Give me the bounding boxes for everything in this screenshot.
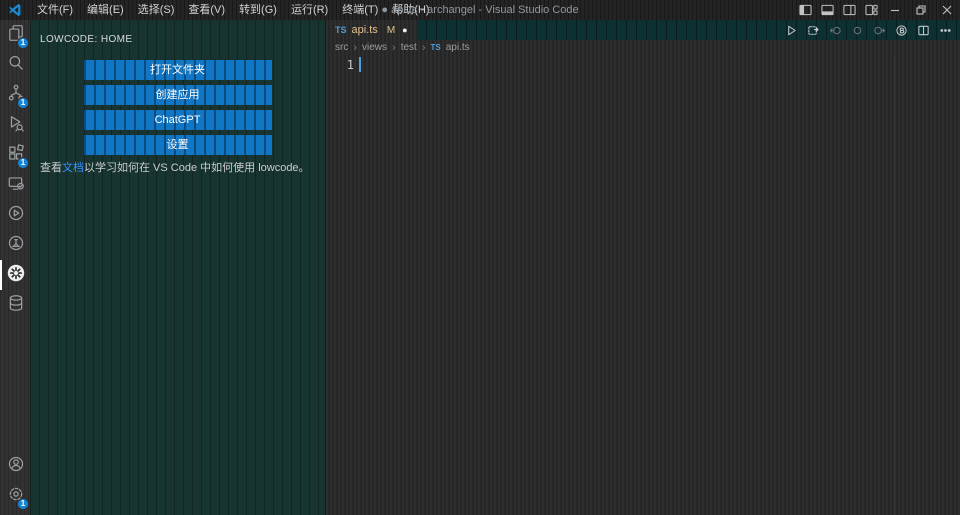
breadcrumb-separator: › — [421, 41, 426, 54]
panel-title: LOWCODE: HOME — [40, 34, 133, 45]
nav-back-icon[interactable] — [827, 22, 843, 38]
database-icon — [7, 294, 25, 317]
menu-terminal[interactable]: 终端(T) — [335, 0, 385, 20]
menu-file[interactable]: 文件(F) — [30, 0, 80, 20]
git-modified-badge: M — [386, 24, 396, 36]
docs-link[interactable]: 文档 — [62, 162, 84, 174]
line-number: 1 — [346, 58, 354, 72]
activity-item-search[interactable] — [0, 50, 30, 80]
lowcode-home-panel: LOWCODE: HOME 打开文件夹 创建应用 ChatGPT 设置 查看文档… — [30, 20, 325, 515]
lowcode-icon — [6, 263, 26, 288]
toggle-primary-sidebar-icon[interactable] — [794, 0, 816, 20]
restore-button[interactable] — [908, 0, 934, 20]
activity-item-account[interactable] — [0, 451, 30, 481]
text-cursor — [359, 57, 361, 72]
typescript-file-icon: TS — [335, 25, 347, 35]
menu-run[interactable]: 运行(R) — [284, 0, 335, 20]
activity-spacer — [0, 320, 30, 451]
editor-ruler — [894, 55, 895, 515]
chatgpt-button[interactable]: ChatGPT — [83, 110, 272, 130]
create-app-button[interactable]: 创建应用 — [83, 85, 272, 105]
breadcrumb-separator: › — [353, 41, 358, 54]
open-folder-button[interactable]: 打开文件夹 — [83, 60, 272, 80]
circle-b-icon[interactable] — [893, 22, 909, 38]
tools-circle-icon — [7, 234, 25, 257]
customize-layout-icon[interactable] — [860, 0, 882, 20]
run-icon[interactable] — [783, 22, 799, 38]
activity-item-database[interactable] — [0, 290, 30, 320]
breadcrumb-separator: › — [392, 41, 396, 54]
activity-bar: 1 1 1 1 — [0, 20, 30, 515]
activity-item-lowcode[interactable] — [0, 260, 30, 290]
activity-item-explorer[interactable]: 1 — [0, 20, 30, 50]
toggle-secondary-sidebar-icon[interactable] — [838, 0, 860, 20]
breadcrumb-src[interactable]: src — [335, 42, 348, 53]
menu-selection[interactable]: 选择(S) — [131, 0, 182, 20]
extensions-badge: 1 — [17, 157, 29, 169]
breadcrumb: src › views › test › TS api.ts — [326, 40, 960, 55]
account-icon — [7, 455, 25, 478]
settings-button[interactable]: 设置 — [83, 135, 272, 155]
breadcrumb-test[interactable]: test — [401, 42, 417, 53]
source-control-badge: 1 — [17, 97, 29, 109]
runner-circle-icon — [7, 204, 25, 227]
minimize-button[interactable] — [882, 0, 908, 20]
breadcrumb-api-ts[interactable]: api.ts — [446, 42, 470, 53]
titlebar: 文件(F) 编辑(E) 选择(S) 查看(V) 转到(G) 运行(R) 终端(T… — [0, 0, 960, 20]
tab-strip: TS api.ts M ● — [326, 20, 960, 40]
menu-view[interactable]: 查看(V) — [181, 0, 232, 20]
activity-item-tools-circle[interactable] — [0, 230, 30, 260]
close-button[interactable] — [934, 0, 960, 20]
more-actions-icon[interactable] — [937, 22, 953, 38]
docs-hint-prefix: 查看 — [40, 162, 62, 174]
nav-forward-icon[interactable] — [871, 22, 887, 38]
panel-buttons: 打开文件夹 创建应用 ChatGPT 设置 — [83, 60, 272, 155]
search-icon — [7, 54, 25, 77]
vscode-logo-icon — [8, 2, 24, 18]
preview-icon[interactable] — [805, 22, 821, 38]
activity-item-run-debug[interactable] — [0, 110, 30, 140]
nav-dot-icon[interactable] — [849, 22, 865, 38]
dirty-indicator-icon[interactable]: ● — [402, 25, 407, 35]
explorer-badge: 1 — [17, 37, 29, 49]
docs-hint-text: 查看文档以学习如何在 VS Code 中如何使用 lowcode。 — [40, 161, 315, 176]
activity-item-remote-explorer[interactable] — [0, 170, 30, 200]
editor-group: TS api.ts M ● src › views › test › TS ap… — [325, 20, 960, 515]
docs-hint-suffix: 以学习如何在 VS Code 中如何使用 lowcode。 — [84, 162, 310, 174]
tab-label: api.ts — [351, 24, 378, 36]
activity-item-source-control[interactable]: 1 — [0, 80, 30, 110]
code-editor[interactable]: 1 — [326, 55, 960, 515]
menu-edit[interactable]: 编辑(E) — [80, 0, 131, 20]
activity-item-runner-circle[interactable] — [0, 200, 30, 230]
editor-actions — [783, 20, 960, 40]
window-title: ● api.ts - archangel - Visual Studio Cod… — [381, 4, 579, 16]
remote-explorer-icon — [7, 174, 25, 197]
toggle-panel-icon[interactable] — [816, 0, 838, 20]
run-debug-icon — [7, 114, 25, 137]
activity-item-extensions[interactable]: 1 — [0, 140, 30, 170]
split-editor-icon[interactable] — [915, 22, 931, 38]
typescript-file-icon: TS — [430, 43, 441, 52]
settings-badge: 1 — [17, 498, 29, 510]
panel-header: LOWCODE: HOME — [30, 20, 325, 53]
activity-item-settings[interactable]: 1 — [0, 481, 30, 511]
tab-api-ts[interactable]: TS api.ts M ● — [326, 20, 417, 40]
breadcrumb-views[interactable]: views — [362, 42, 387, 53]
menu-goto[interactable]: 转到(G) — [232, 0, 284, 20]
